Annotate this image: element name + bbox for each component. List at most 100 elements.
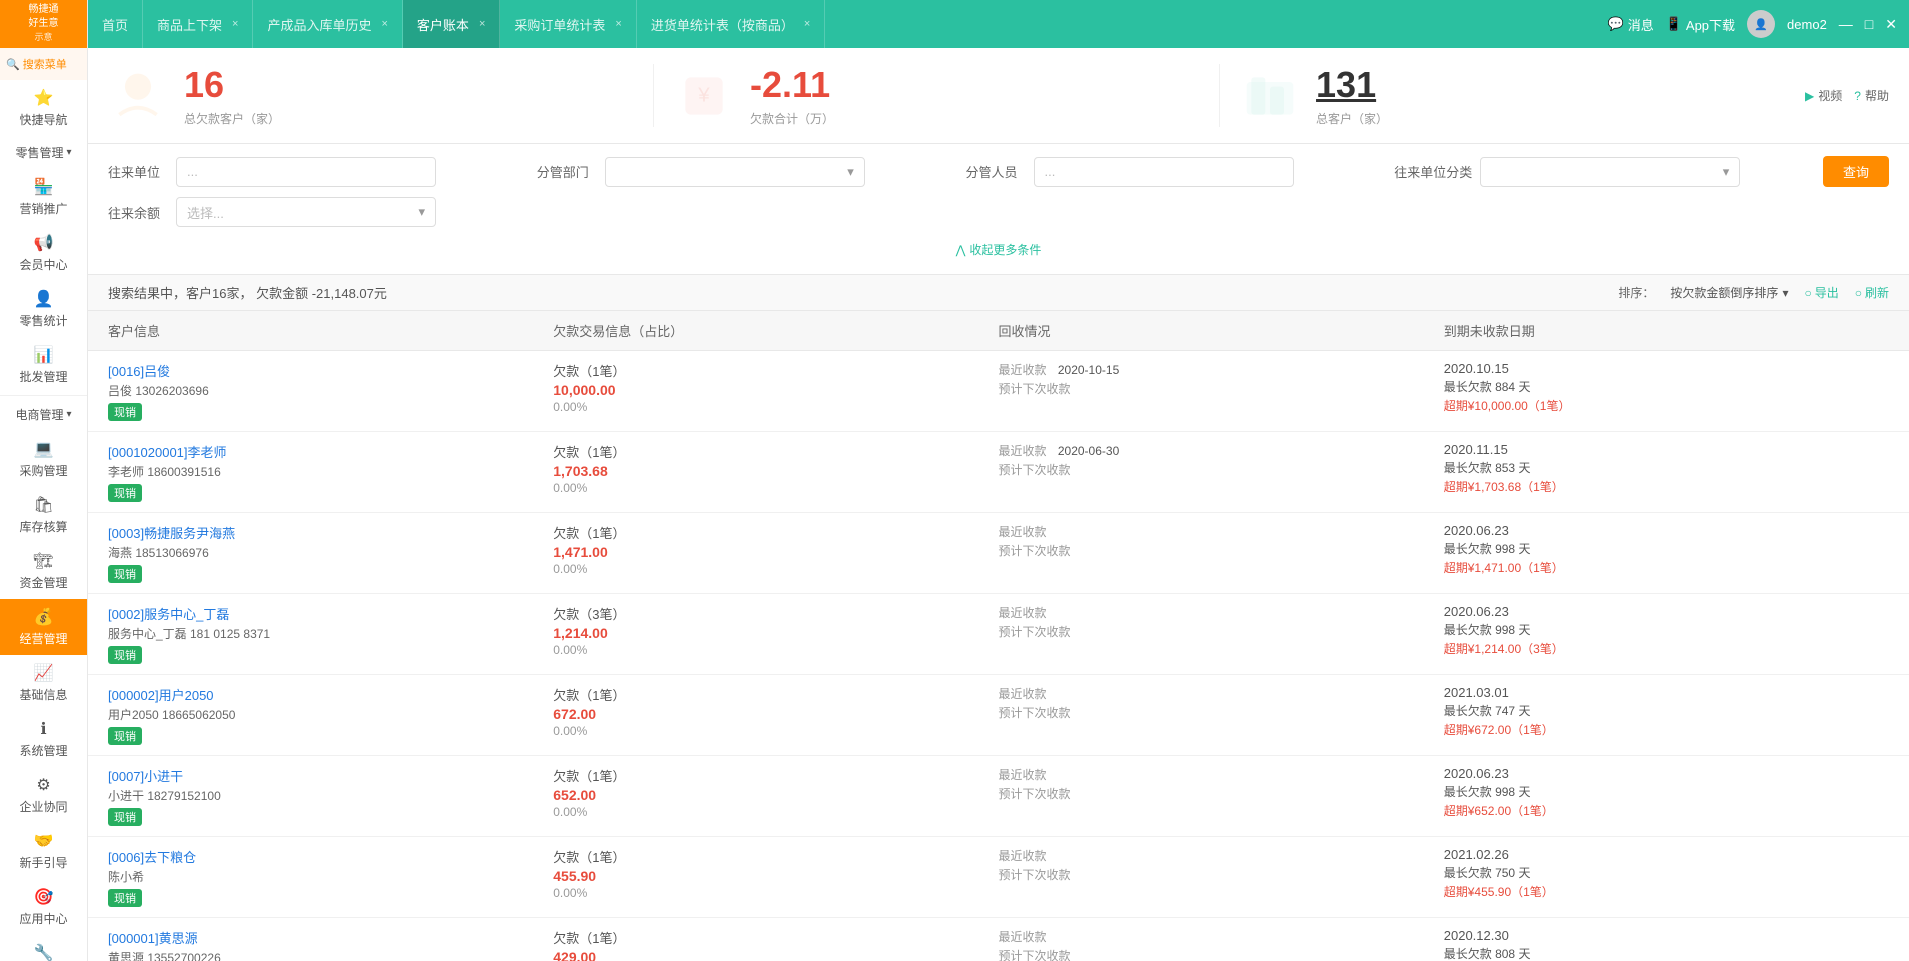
tab-home[interactable]: 首页 [88, 0, 143, 48]
video-btn[interactable]: ▶ 视频 [1805, 87, 1842, 104]
recovery-cell-6: 最近收款 预计下次收款 [999, 847, 1444, 883]
sidebar-item-purchase[interactable]: 🛍 库存核算 [0, 487, 87, 543]
debt-amount-6: 455.90 [553, 868, 998, 884]
customer-tag-3: 现销 [108, 646, 142, 664]
customer-name-2[interactable]: [0003]畅捷服务尹海燕 [108, 523, 553, 542]
overdue-days-1: 最长欠款 853 天 [1444, 459, 1889, 476]
debt-info-cell-5: 欠款（1笔） 652.00 0.00% [553, 766, 998, 819]
tab-product-status-close[interactable]: × [232, 18, 238, 30]
result-debt-text: 欠款金额 -21,148.07元 [256, 286, 387, 301]
svg-text:¥: ¥ [697, 83, 710, 106]
recovery-next-2: 预计下次收款 [999, 542, 1444, 559]
customer-name-0[interactable]: [0016]吕俊 [108, 361, 553, 380]
customer-name-4[interactable]: [000002]用户2050 [108, 685, 553, 704]
debt-percent-5: 0.00% [553, 805, 998, 819]
refresh-btn[interactable]: ○ 刷新 [1855, 284, 1889, 301]
sidebar-item-operations[interactable]: 📈 基础信息 [0, 655, 87, 711]
recovery-cell-2: 最近收款 预计下次收款 [999, 523, 1444, 559]
sidebar-item-guide[interactable]: 🎯 应用中心 [0, 879, 87, 935]
sidebar-item-finance[interactable]: 💰 经营管理 [0, 599, 87, 655]
debt-amount-2: 1,471.00 [553, 544, 998, 560]
avatar[interactable]: 👤 [1747, 10, 1775, 38]
message-btn[interactable]: 💬 消息 [1608, 15, 1654, 34]
app-download-btn[interactable]: 📱 App下载 [1666, 15, 1735, 34]
person-dots: ... [1045, 164, 1056, 179]
sidebar-item-batch-mgmt[interactable]: 电商管理 ▾ [0, 398, 87, 431]
tab-product-history-close[interactable]: × [381, 18, 387, 30]
sidebar-item-app-center[interactable]: 🔧 企业微信 [0, 935, 87, 961]
balance-select[interactable]: 选择... ▾ [176, 197, 436, 227]
window-close-icon[interactable]: ✕ [1885, 16, 1897, 33]
unit-class-select[interactable]: ▾ [1480, 157, 1740, 187]
customer-name-3[interactable]: [0002]服务中心_丁磊 [108, 604, 553, 623]
sidebar-item-retail-mall[interactable]: 🏪 营销推广 [0, 169, 87, 225]
debt-count-2: 欠款（1笔） [553, 523, 998, 542]
sidebar-item-system[interactable]: ⚙ 企业协同 [0, 767, 87, 823]
tab-purchase-order-close[interactable]: × [615, 18, 621, 30]
overdue-date-0: 2020.10.15 [1444, 361, 1889, 376]
tab-purchase-order[interactable]: 采购订单统计表 × [500, 0, 636, 48]
sidebar-item-member[interactable]: 👤 零售统计 [0, 281, 87, 337]
overdue-link-6[interactable]: 超期¥455.90（1笔） [1444, 883, 1889, 900]
tab-product-status-label: 商品上下架 [157, 15, 222, 34]
sidebar-item-retail-stats[interactable]: 📊 批发管理 [0, 337, 87, 393]
overdue-link-3[interactable]: 超期¥1,214.00（3笔） [1444, 640, 1889, 657]
system-icon: ⚙ [36, 775, 50, 795]
customer-info-cell: [0003]畅捷服务尹海燕 海燕 18513066976 现销 [108, 523, 553, 583]
tab-purchase-stats[interactable]: 进货单统计表（按商品） × [637, 0, 825, 48]
debt-count-3: 欠款（3笔） [553, 604, 998, 623]
overdue-link-5[interactable]: 超期¥652.00（1笔） [1444, 802, 1889, 819]
customer-name-5[interactable]: [0007]小进干 [108, 766, 553, 785]
sidebar-item-enterprise[interactable]: 🤝 新手引导 [0, 823, 87, 879]
debt-info-cell-2: 欠款（1笔） 1,471.00 0.00% [553, 523, 998, 576]
recovery-label-3: 最近收款 [999, 604, 1444, 621]
customer-phone-3: 服务中心_丁磊 181 0125 8371 [108, 625, 553, 642]
from-unit-input[interactable]: ... [176, 157, 436, 187]
customer-name-6[interactable]: [0006]去下粮仓 [108, 847, 553, 866]
debt-count-7: 欠款（1笔） [553, 928, 998, 947]
overdue-link-2[interactable]: 超期¥1,471.00（1笔） [1444, 559, 1889, 576]
recovery-cell-4: 最近收款 预计下次收款 [999, 685, 1444, 721]
tab-product-history[interactable]: 产成品入库单历史 × [253, 0, 402, 48]
sidebar-item-label: 企业协同 [19, 798, 67, 815]
customer-phone-0: 吕俊 13026203696 [108, 382, 553, 399]
sidebar-search[interactable]: 🔍 搜索菜单 [0, 48, 87, 80]
tab-customer-account-close[interactable]: × [479, 18, 485, 30]
topbar-actions: 💬 消息 📱 App下载 👤 demo2 — □ ✕ [1596, 10, 1909, 38]
filter-row-2: 往来余额 选择... ▾ [108, 197, 1889, 227]
export-btn[interactable]: ○ 导出 [1804, 284, 1838, 301]
tab-product-status[interactable]: 商品上下架 × [143, 0, 253, 48]
search-button[interactable]: 查询 [1823, 156, 1889, 187]
sidebar-divider [0, 395, 87, 396]
window-minimize-icon[interactable]: — [1839, 16, 1853, 32]
person-label: 分管人员 [966, 162, 1026, 181]
tab-customer-account[interactable]: 客户账本 × [403, 0, 500, 48]
person-input[interactable]: ... [1034, 157, 1294, 187]
collapse-btn[interactable]: ⋀ 收起更多条件 [956, 241, 1042, 258]
help-btn[interactable]: ? 帮助 [1854, 87, 1889, 104]
tab-purchase-stats-close[interactable]: × [804, 18, 810, 30]
debt-percent-1: 0.00% [553, 481, 998, 495]
customer-name-7[interactable]: [000001]黄思源 [108, 928, 553, 947]
sidebar-item-inventory[interactable]: 🏗 资金管理 [0, 543, 87, 599]
table-header-debt: 欠款交易信息（占比） [553, 321, 998, 340]
sidebar-item-marketing[interactable]: 📢 会员中心 [0, 225, 87, 281]
dept-select[interactable]: ▾ [605, 157, 865, 187]
sort-selector[interactable]: 按欠款金额倒序排序 ▾ [1670, 284, 1788, 301]
sidebar-item-retail-mgmt[interactable]: 零售管理 ▾ [0, 136, 87, 169]
purchase-icon: 🛍 [33, 495, 53, 515]
sidebar-item-ecommerce[interactable]: 💻 采购管理 [0, 431, 87, 487]
overdue-link-4[interactable]: 超期¥672.00（1笔） [1444, 721, 1889, 738]
customer-tag-2: 现销 [108, 565, 142, 583]
member-icon: 👤 [34, 289, 54, 309]
sidebar-item-quick-nav[interactable]: ⭐ 快捷导航 [0, 80, 87, 136]
overdue-link-1[interactable]: 超期¥1,703.68（1笔） [1444, 478, 1889, 495]
customer-name-1[interactable]: [0001020001]李老师 [108, 442, 553, 461]
sidebar-item-basic-info[interactable]: ℹ 系统管理 [0, 711, 87, 767]
overdue-cell-0: 2020.10.15 最长欠款 884 天 超期¥10,000.00（1笔） [1444, 361, 1889, 414]
search-menu-label: 搜索菜单 [23, 56, 67, 72]
video-icon: ▶ [1805, 89, 1814, 103]
search-icon: 🔍 [6, 58, 20, 71]
window-maximize-icon[interactable]: □ [1865, 16, 1873, 32]
overdue-link-0[interactable]: 超期¥10,000.00（1笔） [1444, 397, 1889, 414]
